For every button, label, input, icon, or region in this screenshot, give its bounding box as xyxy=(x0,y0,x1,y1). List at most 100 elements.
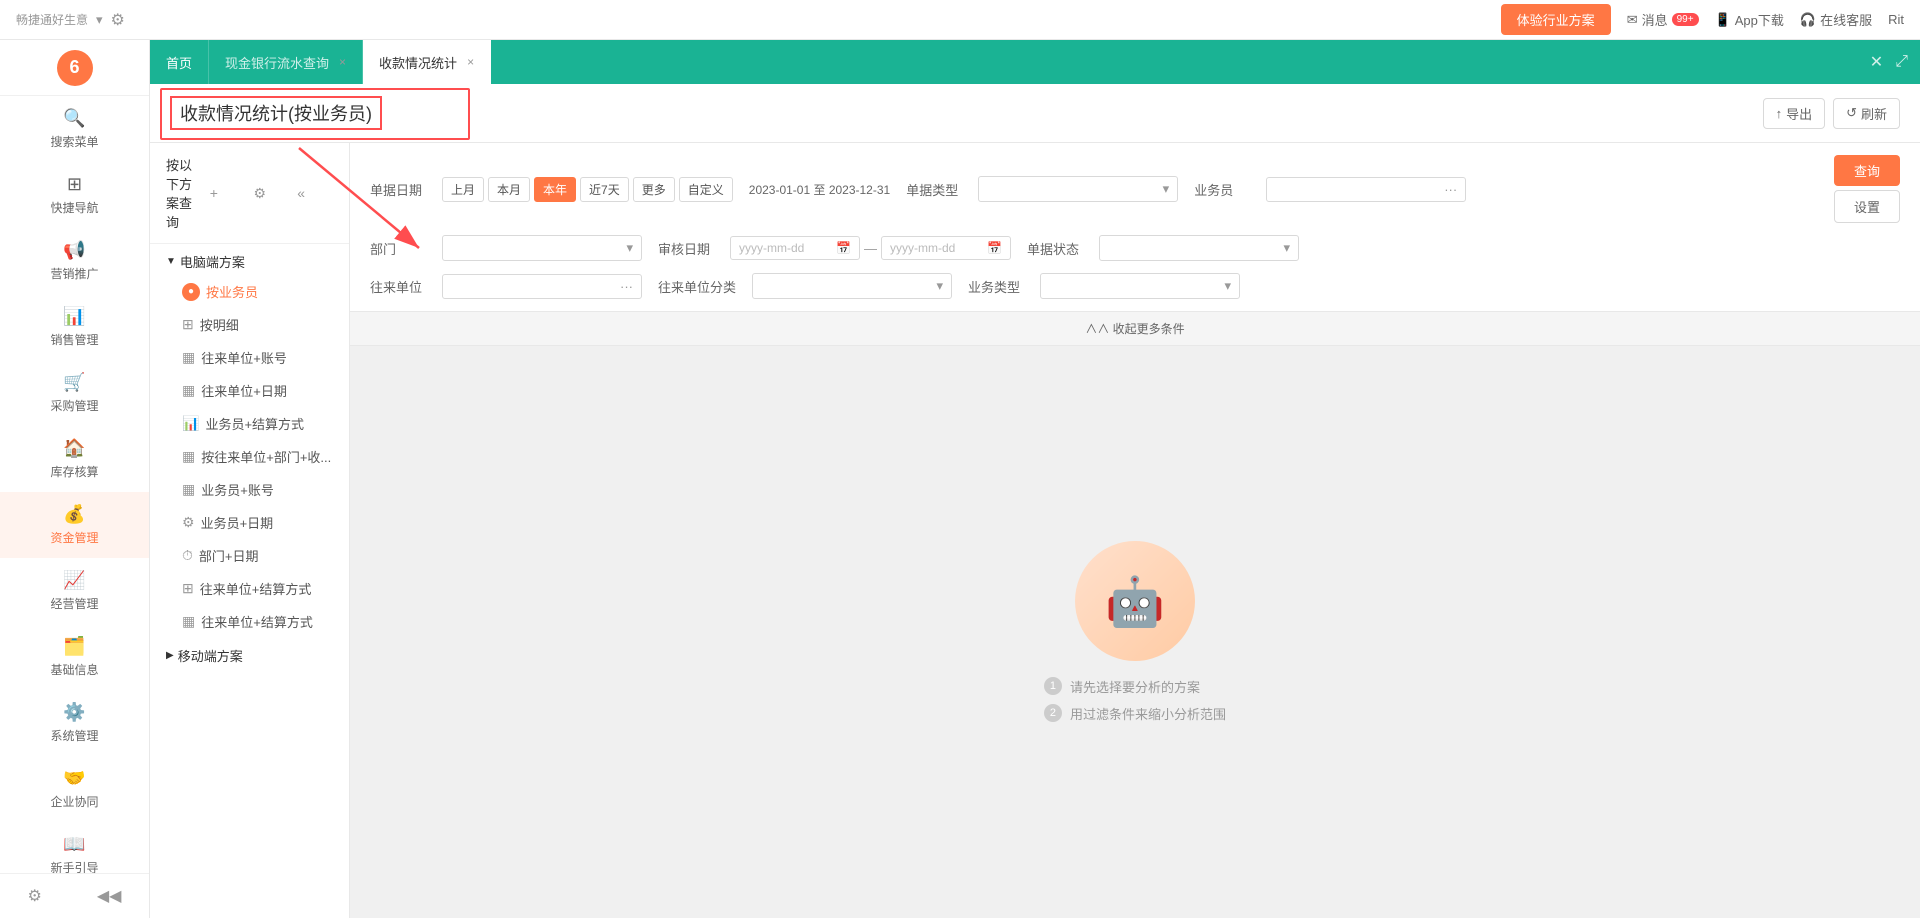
sidebar-item-operation[interactable]: 📈 经营管理 xyxy=(0,558,149,624)
book-icon: 📖 xyxy=(63,834,85,855)
tree-item-customer-settlement[interactable]: ⊞ 往来单位+结算方式 xyxy=(150,572,349,605)
gear-icon[interactable]: ⚙ xyxy=(111,10,125,30)
sidebar-item-label: 快捷导航 xyxy=(50,199,98,216)
grid-small-icon: ⊞ xyxy=(182,316,194,333)
tab-receipt-stats-close[interactable]: × xyxy=(467,55,474,69)
main-content: 首页 现金银行流水查询 × 收款情况统计 × ✕ ⤢ 收款情况统计(按业务员) xyxy=(150,40,1920,918)
tree-item-label: 往来单位+账号 xyxy=(201,348,287,367)
tree-item-salesperson-date[interactable]: ⚙ 业务员+日期 xyxy=(150,506,349,539)
dept-label: 部门 xyxy=(370,239,426,258)
table3-icon: ▦ xyxy=(182,448,195,465)
date-btn-custom[interactable]: 自定义 xyxy=(679,177,733,202)
collapse-bar[interactable]: ∧∧ 收起更多条件 xyxy=(350,312,1920,346)
review-date-end-input[interactable]: yyyy-mm-dd 📅 xyxy=(881,236,1011,260)
add-scheme-button[interactable]: + xyxy=(210,185,246,201)
sidebar-item-finance[interactable]: 💰 资金管理 xyxy=(0,492,149,558)
chevron-down-icon[interactable]: ▾ xyxy=(96,12,103,28)
message-button[interactable]: ✉ 消息 99+ xyxy=(1627,10,1699,29)
collapse-panel-icon[interactable]: « xyxy=(297,185,333,201)
date-label: 单据日期 xyxy=(370,180,426,199)
sidebar-item-basic[interactable]: 🗂️ 基础信息 xyxy=(0,624,149,690)
bar-chart-icon: 📊 xyxy=(182,415,199,432)
tree-item-by-customer-dept[interactable]: ▦ 按往来单位+部门+收... xyxy=(150,440,349,473)
date-btn-more[interactable]: 更多 xyxy=(633,177,675,202)
date-btn-this-year[interactable]: 本年 xyxy=(534,177,576,202)
customer-category-select[interactable]: ▾ xyxy=(752,273,952,299)
tree-item-salesperson-account[interactable]: ▦ 业务员+账号 xyxy=(150,473,349,506)
date-btn-last-month[interactable]: 上月 xyxy=(442,177,484,202)
sidebar-menu: 🔍 搜索菜单 ⊞ 快捷导航 📢 营销推广 📊 销售管理 🛒 采购管理 🏠 xyxy=(0,96,149,873)
tree-item-label: 往来单位+日期 xyxy=(201,381,287,400)
review-date-start-input[interactable]: yyyy-mm-dd 📅 xyxy=(730,236,860,260)
tree-item-customer-date[interactable]: ▦ 往来单位+日期 xyxy=(150,374,349,407)
sidebar-item-label: 搜索菜单 xyxy=(50,133,98,150)
sidebar-item-system[interactable]: ⚙️ 系统管理 xyxy=(0,690,149,756)
page-header: 收款情况统计(按业务员) ↑ 导出 ↺ 刷新 xyxy=(150,84,1920,143)
salesperson-input[interactable]: ··· xyxy=(1266,177,1466,202)
handshake-icon: 🤝 xyxy=(63,768,85,789)
megaphone-icon: 📢 xyxy=(63,240,85,261)
tree-item-label: 按业务员 xyxy=(206,282,258,301)
tree-item-label: 往来单位+结算方式 xyxy=(200,579,312,598)
house-icon: 🏠 xyxy=(63,438,85,459)
tree-item-customer-account[interactable]: ▦ 往来单位+账号 xyxy=(150,341,349,374)
customer-more-icon[interactable]: ··· xyxy=(620,279,633,294)
logo-text: 6 xyxy=(69,57,79,78)
scheme-settings-icon[interactable]: ⚙ xyxy=(254,185,290,202)
gear2-icon: ⚙ xyxy=(182,514,195,531)
online-service-button[interactable]: 🎧 在线客服 xyxy=(1800,10,1872,29)
query-button[interactable]: 查询 xyxy=(1834,155,1900,186)
tab-bank-flow[interactable]: 现金银行流水查询 × xyxy=(209,40,363,84)
refresh-button[interactable]: ↺ 刷新 xyxy=(1833,98,1900,129)
dept-input[interactable]: ▾ xyxy=(442,235,642,261)
calendar-icon[interactable]: 📅 xyxy=(836,241,851,255)
tab-receipt-stats[interactable]: 收款情况统计 × xyxy=(363,40,491,84)
customer-input[interactable]: ··· xyxy=(442,274,642,299)
tab-home[interactable]: 首页 xyxy=(150,40,209,84)
tree-item-label: 业务员+结算方式 xyxy=(205,414,304,433)
date-btn-7days[interactable]: 近7天 xyxy=(580,177,629,202)
sidebar-item-purchase[interactable]: 🛒 采购管理 xyxy=(0,360,149,426)
tip-text-2: 用过滤条件来缩小分析范围 xyxy=(1070,704,1226,723)
sidebar-item-label: 资金管理 xyxy=(50,529,98,546)
sidebar-item-quick-nav[interactable]: ⊞ 快捷导航 xyxy=(0,162,149,228)
tab-close-all-icon[interactable]: ✕ xyxy=(1870,52,1883,72)
app-download-button[interactable]: 📱 App下载 xyxy=(1715,10,1784,29)
export-button[interactable]: ↑ 导出 xyxy=(1763,98,1826,129)
calendar2-icon[interactable]: 📅 xyxy=(987,241,1002,255)
doc-type-select[interactable]: ▾ xyxy=(978,176,1178,202)
sidebar-item-enterprise[interactable]: 🤝 企业协同 xyxy=(0,756,149,822)
business-type-select[interactable]: ▾ xyxy=(1040,273,1240,299)
sidebar-bottom: ⚙ ◀◀ xyxy=(0,873,149,918)
sidebar-item-search[interactable]: 🔍 搜索菜单 xyxy=(0,96,149,162)
folder-icon: 🗂️ xyxy=(63,636,85,657)
tab-bank-flow-close[interactable]: × xyxy=(339,55,346,69)
settings-bottom-icon[interactable]: ⚙ xyxy=(28,886,42,906)
tab-fullscreen-icon[interactable]: ⤢ xyxy=(1895,53,1908,71)
empty-illustration: 🤖 xyxy=(1075,541,1195,661)
tree-item-customer-settlement2[interactable]: ▦ 往来单位+结算方式 xyxy=(150,605,349,638)
tree-item-salesperson-settlement[interactable]: 📊 业务员+结算方式 xyxy=(150,407,349,440)
sidebar-item-marketing[interactable]: 📢 营销推广 xyxy=(0,228,149,294)
right-panel: 单据日期 上月 本月 本年 近7天 更多 自定义 2023-01-01 至 20… xyxy=(350,143,1920,918)
trial-button[interactable]: 体验行业方案 xyxy=(1501,4,1611,35)
date-btn-this-month[interactable]: 本月 xyxy=(488,177,530,202)
tree-item-by-detail[interactable]: ⊞ 按明细 xyxy=(150,308,349,341)
collapse-sidebar-icon[interactable]: ◀◀ xyxy=(97,886,122,906)
filter-row-1: 单据日期 上月 本月 本年 近7天 更多 自定义 2023-01-01 至 20… xyxy=(370,155,1900,223)
salesperson-more-icon[interactable]: ··· xyxy=(1444,182,1457,197)
user-avatar[interactable]: Rit xyxy=(1888,12,1904,27)
sidebar-item-inventory[interactable]: 🏠 库存核算 xyxy=(0,426,149,492)
tree-item-dept-date[interactable]: ⏱ 部门+日期 xyxy=(150,539,349,572)
trend-icon: 📈 xyxy=(63,570,85,591)
settings-button[interactable]: 设置 xyxy=(1834,190,1900,223)
sidebar-item-label: 经营管理 xyxy=(50,595,98,612)
sidebar-item-sales[interactable]: 📊 销售管理 xyxy=(0,294,149,360)
date-btn-group: 上月 本月 本年 近7天 更多 自定义 xyxy=(442,177,733,202)
tree-item-by-salesperson[interactable]: ● 按业务员 xyxy=(150,275,349,308)
sidebar-item-guide[interactable]: 📖 新手引导 xyxy=(0,822,149,873)
doc-status-select[interactable]: ▾ xyxy=(1099,235,1299,261)
tree-section-mobile[interactable]: ▶ 移动端方案 xyxy=(150,638,349,669)
tree-section-desktop[interactable]: ▼ 电脑端方案 xyxy=(150,244,349,275)
page-title: 收款情况统计(按业务员) xyxy=(170,96,382,130)
